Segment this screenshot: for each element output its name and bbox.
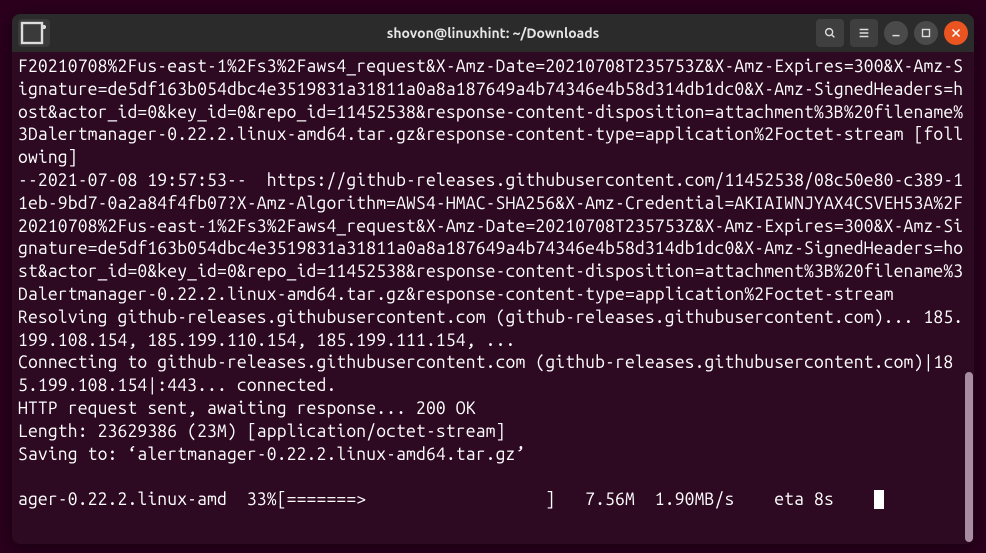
terminal-line: Saving to: ‘alertmanager-0.22.2.linux-am… — [18, 445, 525, 464]
minimize-button[interactable] — [884, 21, 908, 45]
scrollbar-thumb[interactable] — [965, 372, 973, 542]
titlebar: shovon@linuxhint: ~/Downloads — [12, 14, 974, 52]
terminal-line: Connecting to github-releases.githubuser… — [18, 353, 953, 395]
scrollbar[interactable] — [964, 52, 974, 544]
terminal-window: shovon@linuxhint: ~/Downloads F20210708%… — [12, 14, 974, 544]
terminal-line: ager-0.22.2.linux-amd 33%[=======> ] 7.5… — [18, 490, 874, 509]
new-tab-button[interactable] — [18, 19, 50, 47]
terminal-output[interactable]: F20210708%2Fus-east-1%2Fs3%2Faws4_reques… — [12, 52, 974, 544]
terminal-line: HTTP request sent, awaiting response... … — [18, 399, 476, 418]
search-button[interactable] — [816, 19, 844, 47]
terminal-line: Resolving github-releases.githubusercont… — [18, 308, 963, 350]
terminal-line: F20210708%2Fus-east-1%2Fs3%2Faws4_reques… — [18, 57, 963, 167]
terminal-line: Length: 23629386 (23M) [application/octe… — [18, 422, 506, 441]
close-button[interactable] — [944, 21, 968, 45]
menu-button[interactable] — [850, 19, 878, 47]
cursor — [874, 490, 884, 509]
terminal-line: --2021-07-08 19:57:53-- https://github-r… — [18, 171, 963, 304]
maximize-button[interactable] — [914, 21, 938, 45]
